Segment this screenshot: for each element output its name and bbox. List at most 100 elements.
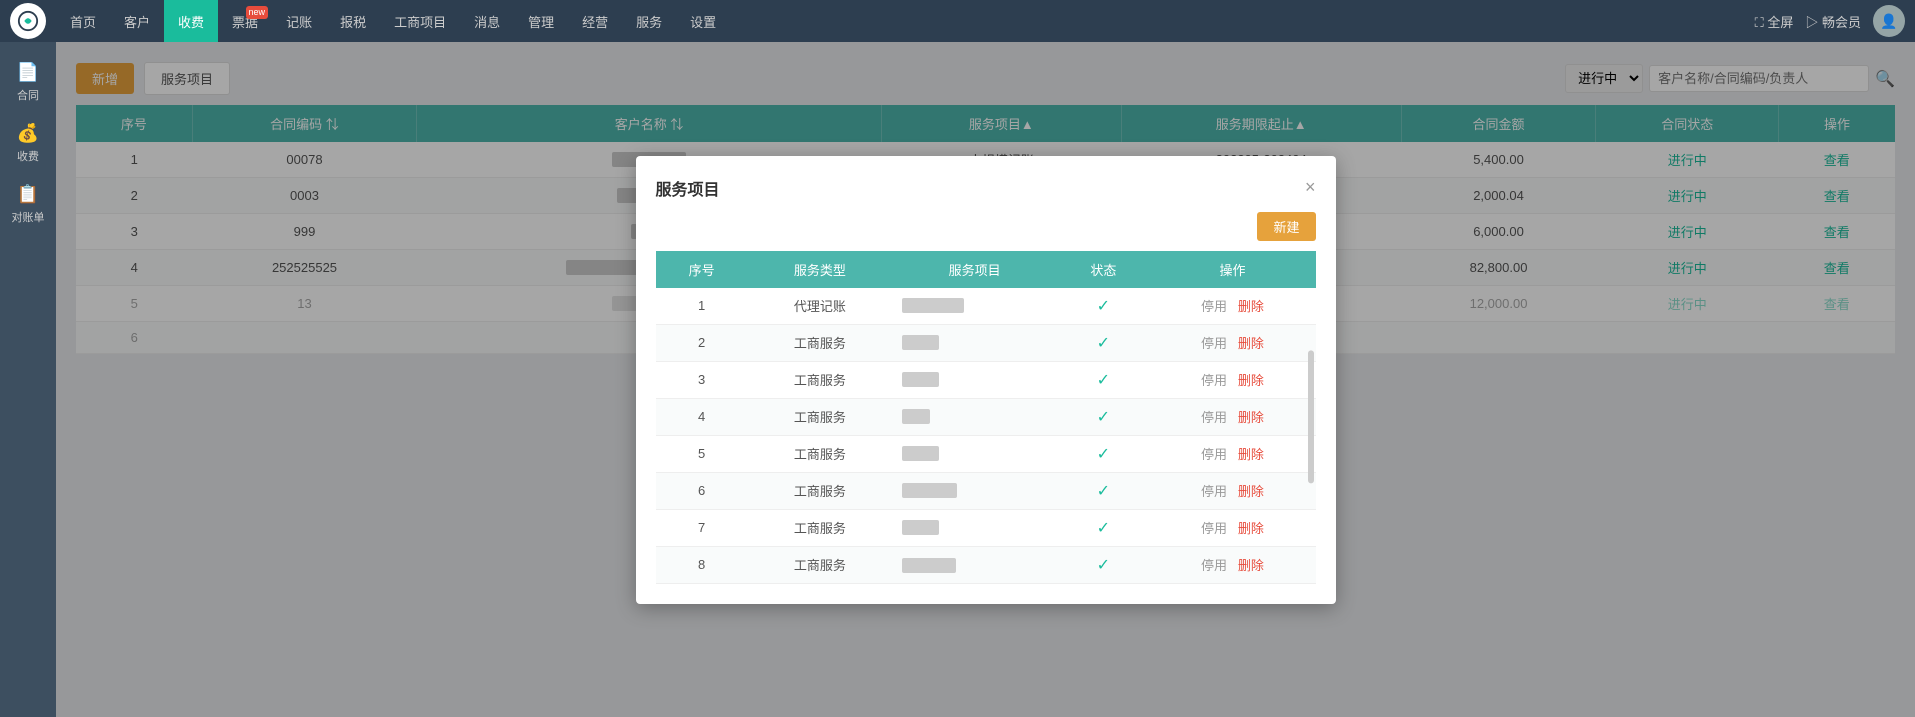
fee-icon: 💰 [17,123,39,144]
nav-invoice[interactable]: 票据 new [218,0,272,42]
disable-btn[interactable]: 停用 [1201,373,1227,388]
nav-business[interactable]: 工商项目 [380,0,460,42]
nav-operation[interactable]: 经营 [568,0,622,42]
dcell-status: ✓ [1057,288,1149,325]
main-layout: 📄 合同 💰 收费 📋 对账单 新增 服务项目 进行中 已完成 已终止 � [0,42,1915,717]
dialog-table-row: 7 工商服务 ████ ✓ 停用 删除 [656,509,1316,546]
nav-fee[interactable]: 收费 [164,0,218,42]
dcell-seq: 6 [656,472,748,509]
dcell-item: ███ [892,398,1057,435]
dialog-toolbar: 新建 [656,212,1316,241]
dcol-action: 操作 [1149,251,1315,288]
delete-btn[interactable]: 删除 [1238,447,1264,462]
disable-btn[interactable]: 停用 [1201,299,1227,314]
dcol-item: 服务项目 [892,251,1057,288]
dcell-seq: 4 [656,398,748,435]
dcell-item: ██████ [892,472,1057,509]
dcell-item: ████ [892,509,1057,546]
dcell-seq: 2 [656,324,748,361]
dcell-action: 停用 删除 [1149,435,1315,472]
dcell-seq: 8 [656,546,748,583]
service-items-dialog: 服务项目 × 新建 序号 服务类型 服务项目 状态 操作 [636,156,1336,604]
dcell-action: 停用 删除 [1149,398,1315,435]
dcell-action: 停用 删除 [1149,546,1315,583]
nav-home[interactable]: 首页 [56,0,110,42]
dcell-status: ✓ [1057,324,1149,361]
disable-btn[interactable]: 停用 [1201,447,1227,462]
delete-btn[interactable]: 删除 [1238,484,1264,499]
dcell-item: ███注册 [892,546,1057,583]
dcell-type: 工商服务 [748,472,892,509]
dialog-table-row: 3 工商服务 ████ ✓ 停用 删除 [656,361,1316,398]
dcell-type: 工商服务 [748,398,892,435]
dcol-type: 服务类型 [748,251,892,288]
dialog-scroll-area[interactable]: 序号 服务类型 服务项目 状态 操作 1 代理记账 ██████1 ✓ 停用 删… [656,251,1316,584]
dialog-table-row: 6 工商服务 ██████ ✓ 停用 删除 [656,472,1316,509]
dcell-seq: 1 [656,288,748,325]
dcell-item: ██████1 [892,288,1057,325]
scrollbar[interactable] [1308,350,1314,483]
delete-btn[interactable]: 删除 [1238,373,1264,388]
dcell-type: 工商服务 [748,546,892,583]
delete-btn[interactable]: 删除 [1238,558,1264,573]
dcol-seq: 序号 [656,251,748,288]
disable-btn[interactable]: 停用 [1201,521,1227,536]
sidebar-item-fee[interactable]: 💰 收费 [0,113,56,174]
dcell-item: ████ [892,361,1057,398]
dcell-seq: 7 [656,509,748,546]
delete-btn[interactable]: 删除 [1238,299,1264,314]
nav-service[interactable]: 服务 [622,0,676,42]
sidebar-item-reconcile[interactable]: 📋 对账单 [0,174,56,235]
dcell-type: 工商服务 [748,509,892,546]
delete-btn[interactable]: 删除 [1238,336,1264,351]
nav-customer[interactable]: 客户 [110,0,164,42]
nav-tax[interactable]: 报税 [326,0,380,42]
new-badge: new [246,6,269,19]
dcell-status: ✓ [1057,361,1149,398]
dialog-table-row: 1 代理记账 ██████1 ✓ 停用 删除 [656,288,1316,325]
dcell-seq: 5 [656,435,748,472]
dcell-type: 工商服务 [748,324,892,361]
nav-manage[interactable]: 管理 [514,0,568,42]
dcell-action: 停用 删除 [1149,288,1315,325]
sidebar-item-label: 对账单 [12,209,45,225]
disable-btn[interactable]: 停用 [1201,410,1227,425]
app-logo [10,3,46,39]
fullscreen-btn[interactable]: ⛶ 全屏 [1755,12,1794,31]
top-navigation: 首页 客户 收费 票据 new 记账 报税 工商项目 消息 管理 经营 服务 设… [0,0,1915,42]
delete-btn[interactable]: 删除 [1238,410,1264,425]
dcell-type: 工商服务 [748,435,892,472]
dialog-new-button[interactable]: 新建 [1257,212,1315,241]
dialog-table-row: 4 工商服务 ███ ✓ 停用 删除 [656,398,1316,435]
dcell-item: ████ [892,324,1057,361]
dialog-header: 服务项目 × [656,176,1316,200]
disable-btn[interactable]: 停用 [1201,484,1227,499]
dcell-status: ✓ [1057,509,1149,546]
dcell-type: 代理记账 [748,288,892,325]
dcell-action: 停用 删除 [1149,472,1315,509]
dialog-table-row: 2 工商服务 ████ ✓ 停用 删除 [656,324,1316,361]
delete-btn[interactable]: 删除 [1238,521,1264,536]
disable-btn[interactable]: 停用 [1201,336,1227,351]
dialog-close-button[interactable]: × [1305,177,1316,198]
dcell-action: 停用 删除 [1149,324,1315,361]
dcell-item: ████ [892,435,1057,472]
content-area: 新增 服务项目 进行中 已完成 已终止 🔍 序号 合同编码 ⇅ 客户名称 ⇅ 服… [56,42,1915,717]
dialog-table-row: 5 工商服务 ████ ✓ 停用 删除 [656,435,1316,472]
contract-icon: 📄 [17,62,39,83]
sidebar-item-label: 合同 [17,87,39,103]
avatar[interactable]: 👤 [1873,5,1905,37]
dialog-title: 服务项目 [656,176,720,200]
dcell-status: ✓ [1057,398,1149,435]
nav-settings[interactable]: 设置 [676,0,730,42]
nav-message[interactable]: 消息 [460,0,514,42]
nav-right: ⛶ 全屏 ▷ 畅会员 👤 [1755,5,1905,37]
nav-bookkeeping[interactable]: 记账 [272,0,326,42]
sidebar-item-label: 收费 [17,148,39,164]
member-btn[interactable]: ▷ 畅会员 [1805,12,1861,31]
service-items-table: 序号 服务类型 服务项目 状态 操作 1 代理记账 ██████1 ✓ 停用 删… [656,251,1316,584]
dcol-status: 状态 [1057,251,1149,288]
sidebar-item-contract[interactable]: 📄 合同 [0,52,56,113]
disable-btn[interactable]: 停用 [1201,558,1227,573]
dcell-status: ✓ [1057,472,1149,509]
